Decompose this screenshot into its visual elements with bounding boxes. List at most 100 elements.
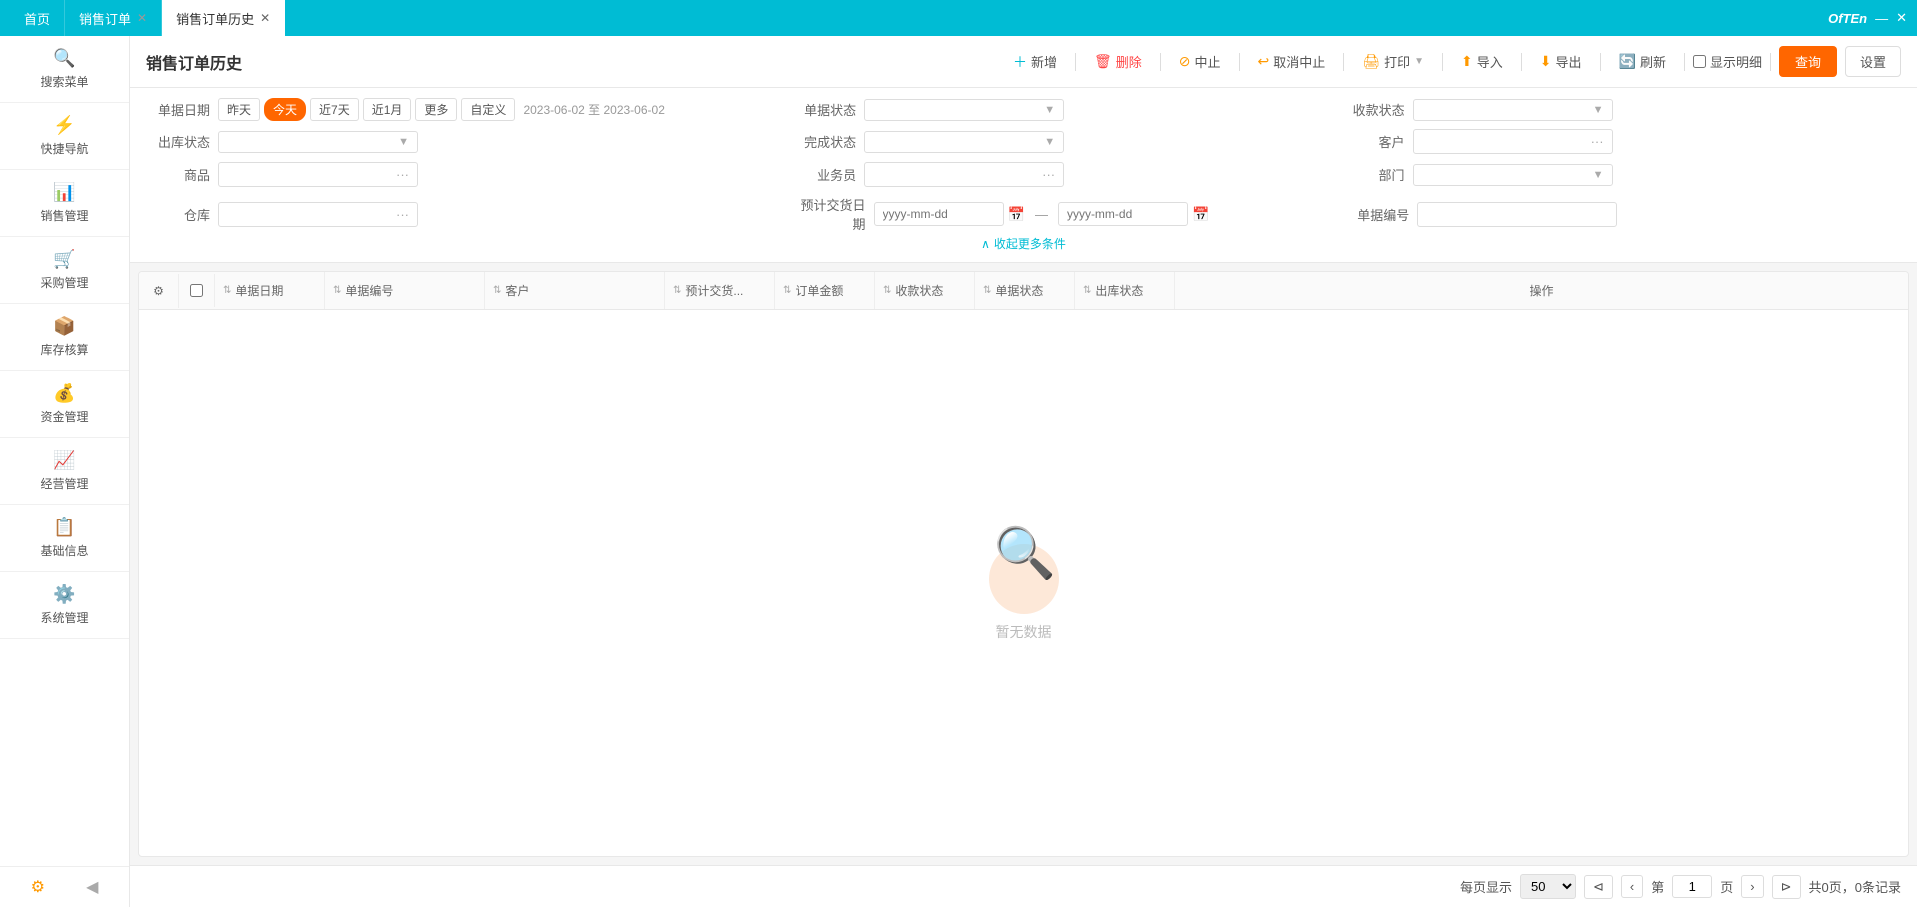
complete-status-arrow-icon: ▼ xyxy=(1044,136,1055,148)
collapse-button[interactable]: ∧ 收起更多条件 xyxy=(146,235,1901,252)
close-app-btn[interactable]: ✕ xyxy=(1896,10,1907,26)
stop-button[interactable]: ⊘ 中止 xyxy=(1169,48,1231,75)
date-btn-last1m[interactable]: 近1月 xyxy=(363,98,412,121)
complete-status-label: 完成状态 xyxy=(804,132,864,151)
sidebar-item-inventory-calc[interactable]: 📦 库存核算 xyxy=(0,304,129,371)
quick-nav-icon: ⚡ xyxy=(53,115,75,136)
delivery-cal-start-icon[interactable]: 📅 xyxy=(1008,206,1025,223)
prev-page-btn[interactable]: ‹ xyxy=(1621,875,1643,898)
date-btn-today[interactable]: 今天 xyxy=(264,98,306,121)
th-out-status: ⇅ 出库状态 xyxy=(1075,272,1175,309)
filter-warehouse: ··· xyxy=(218,202,799,227)
tab-home[interactable]: 首页 xyxy=(10,0,65,36)
filter-pay-status: ▼ xyxy=(1413,99,1901,121)
doc-status-arrow-icon: ▼ xyxy=(1044,104,1055,116)
page-number-input[interactable] xyxy=(1672,875,1712,898)
dept-select[interactable]: ▼ xyxy=(1413,164,1613,186)
collapse-up-icon: ∧ xyxy=(981,237,990,251)
gear-icon: ⚙ xyxy=(153,284,164,298)
sidebar-settings-icon[interactable]: ⚙ xyxy=(31,877,45,897)
refresh-button[interactable]: 🔄 刷新 xyxy=(1609,48,1676,75)
print-arrow-icon: ▼ xyxy=(1414,56,1424,67)
cancel-stop-button[interactable]: ↩ 取消中止 xyxy=(1248,48,1336,75)
out-status-select[interactable]: ▼ xyxy=(218,131,418,153)
sidebar-item-sys-mgmt[interactable]: ⚙️ 系统管理 xyxy=(0,572,129,639)
date-btn-custom[interactable]: 自定义 xyxy=(461,98,515,121)
doc-no-input[interactable] xyxy=(1417,202,1617,227)
toolbar-divider-3 xyxy=(1239,53,1240,71)
empty-illustration: 🔍 xyxy=(974,524,1074,614)
salesperson-label: 业务员 xyxy=(804,165,864,184)
sidebar-item-ops-mgmt[interactable]: 📈 经营管理 xyxy=(0,438,129,505)
salesperson-dots-icon[interactable]: ··· xyxy=(1042,167,1055,182)
next-page-btn[interactable]: › xyxy=(1741,875,1763,898)
filter-goods: ··· xyxy=(218,162,804,187)
sidebar-item-search-menu[interactable]: 🔍 搜索菜单 xyxy=(0,36,129,103)
delete-icon: 🗑 xyxy=(1094,53,1112,70)
date-quick-buttons: 昨天 今天 近7天 近1月 更多 自定义 xyxy=(218,98,515,121)
first-page-btn[interactable]: ⊲ xyxy=(1584,875,1613,899)
tab-sales-order[interactable]: 销售订单 ✕ xyxy=(65,0,162,36)
filter-date-content: 昨天 今天 近7天 近1月 更多 自定义 2023-06-02 至 2023-0… xyxy=(218,98,804,121)
sort-customer-icon: ⇅ xyxy=(493,285,501,296)
new-button[interactable]: ＋ 新增 xyxy=(1003,48,1067,76)
date-btn-yesterday[interactable]: 昨天 xyxy=(218,98,260,121)
filter-customer: ··· xyxy=(1413,129,1901,154)
last-page-btn[interactable]: ⊳ xyxy=(1772,875,1801,899)
top-bar: 首页 销售订单 ✕ 销售订单历史 ✕ OfTEn — ✕ xyxy=(0,0,1917,36)
close-history-tab[interactable]: ✕ xyxy=(260,11,270,25)
export-button[interactable]: ⬇ 导出 xyxy=(1530,48,1592,75)
empty-state: 🔍 暂无数据 xyxy=(139,310,1908,856)
sidebar-item-sales-mgmt[interactable]: 📊 销售管理 xyxy=(0,170,129,237)
date-btn-more[interactable]: 更多 xyxy=(415,98,457,121)
empty-magnifier-icon: 🔍 xyxy=(994,524,1056,583)
stop-icon: ⊘ xyxy=(1179,53,1191,70)
complete-status-select[interactable]: ▼ xyxy=(864,131,1064,153)
purchase-mgmt-icon: 🛒 xyxy=(53,249,75,270)
print-button[interactable]: 🖨 打印 ▼ xyxy=(1352,48,1434,75)
th-gear[interactable]: ⚙ xyxy=(139,274,179,308)
setting-button[interactable]: 设置 xyxy=(1845,46,1901,77)
pay-status-select[interactable]: ▼ xyxy=(1413,99,1613,121)
page-title-bar: 销售订单历史 ＋ 新增 🗑 删除 ⊘ 中止 ↩ xyxy=(130,36,1917,88)
sidebar-item-base-info[interactable]: 📋 基础信息 xyxy=(0,505,129,572)
customer-dots-icon[interactable]: ··· xyxy=(1591,134,1604,149)
sort-doc-status-icon: ⇅ xyxy=(983,285,991,296)
query-button[interactable]: 查询 xyxy=(1779,46,1837,77)
doc-status-select[interactable]: ▼ xyxy=(864,99,1064,121)
content-area: 销售订单历史 ＋ 新增 🗑 删除 ⊘ 中止 ↩ xyxy=(130,36,1917,907)
sidebar-item-purchase-mgmt[interactable]: 🛒 采购管理 xyxy=(0,237,129,304)
sidebar-item-quick-nav[interactable]: ⚡ 快捷导航 xyxy=(0,103,129,170)
th-doc-status: ⇅ 单据状态 xyxy=(975,272,1075,309)
close-sales-order-tab[interactable]: ✕ xyxy=(137,11,147,25)
dept-label: 部门 xyxy=(1353,165,1413,184)
delivery-date-end-input[interactable] xyxy=(1058,202,1188,226)
doc-status-label: 单据状态 xyxy=(804,100,864,119)
toolbar-divider-4 xyxy=(1343,53,1344,71)
date-btn-last7[interactable]: 近7天 xyxy=(310,98,359,121)
filter-doc-status: ▼ xyxy=(864,99,1352,121)
pay-status-arrow-icon: ▼ xyxy=(1593,104,1604,116)
minimize-btn[interactable]: — xyxy=(1875,11,1888,26)
page-size-select[interactable]: 50 10 20 100 xyxy=(1520,874,1576,899)
select-all-checkbox[interactable] xyxy=(190,284,203,297)
toolbar-divider-8 xyxy=(1684,53,1685,71)
warehouse-dots-icon[interactable]: ··· xyxy=(396,207,409,222)
show-detail-checkbox-label[interactable]: 显示明细 xyxy=(1693,52,1762,71)
search-menu-icon: 🔍 xyxy=(53,48,75,69)
th-pay-status: ⇅ 收款状态 xyxy=(875,272,975,309)
delivery-date-start-input[interactable] xyxy=(874,202,1004,226)
sidebar-collapse-icon[interactable]: ◀ xyxy=(86,877,98,897)
import-button[interactable]: ⬆ 导入 xyxy=(1451,48,1513,75)
sort-out-status-icon: ⇅ xyxy=(1083,285,1091,296)
tab-sales-order-history[interactable]: 销售订单历史 ✕ xyxy=(162,0,285,36)
th-checkbox[interactable] xyxy=(179,274,215,307)
delivery-cal-end-icon[interactable]: 📅 xyxy=(1192,206,1209,223)
pay-status-label: 收款状态 xyxy=(1353,100,1413,119)
show-detail-checkbox[interactable] xyxy=(1693,55,1706,68)
delete-button[interactable]: 🗑 删除 xyxy=(1084,48,1152,75)
fund-mgmt-icon: 💰 xyxy=(53,383,75,404)
table-wrapper: ⚙ ⇅ 单据日期 ⇅ 单据编号 ⇅ 客户 ⇅ xyxy=(138,271,1909,857)
sidebar-item-fund-mgmt[interactable]: 💰 资金管理 xyxy=(0,371,129,438)
goods-dots-icon[interactable]: ··· xyxy=(396,167,409,182)
